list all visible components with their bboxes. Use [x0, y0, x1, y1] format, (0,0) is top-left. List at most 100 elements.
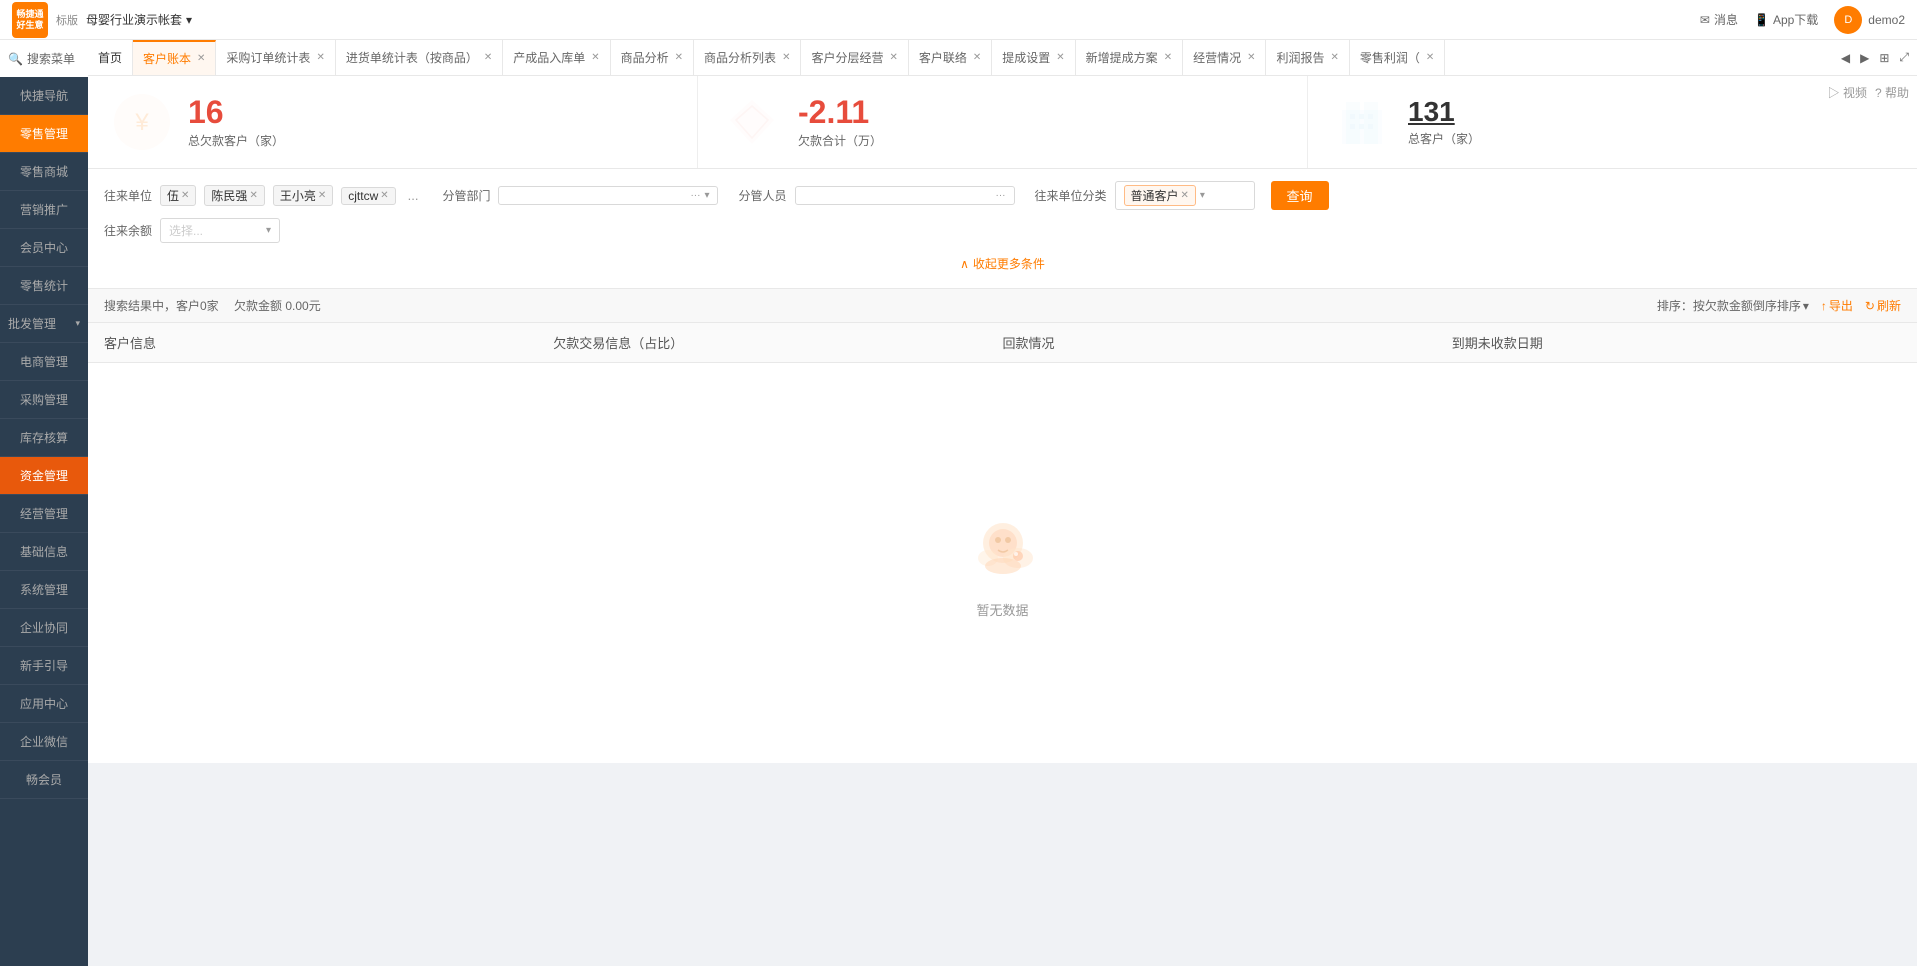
tab-retail-profit[interactable]: 零售利润（ ✕ [1350, 40, 1445, 76]
retail-profit-tab-label: 零售利润（ [1360, 49, 1420, 66]
tag-cjttcw-close[interactable]: ✕ [380, 190, 388, 201]
export-button[interactable]: ↑ 导出 [1821, 297, 1853, 314]
category-select[interactable]: 普通客户 ✕ ▾ [1115, 181, 1255, 210]
sidebar: 🔍 搜索菜单 快捷导航 零售管理 零售商城 营销推广 会员中心 零售统计 批发管… [0, 40, 88, 966]
new-promotion-tab-label: 新增提成方案 [1086, 49, 1158, 66]
dept-select[interactable]: ··· ▾ [498, 186, 718, 205]
sidebar-search[interactable]: 🔍 搜索菜单 [0, 40, 88, 77]
tab-goods-analysis[interactable]: 商品分析 ✕ [611, 40, 694, 76]
tab-close-profit[interactable]: ✕ [1331, 52, 1339, 63]
tag-wang-close[interactable]: ✕ [318, 190, 326, 201]
tab-close-purchase-goods[interactable]: ✕ [484, 52, 492, 63]
user-menu[interactable]: D demo2 [1834, 6, 1905, 34]
stat-text-total-customers: 131 总客户（家） [1408, 98, 1480, 147]
account-dropdown[interactable]: 母婴行业演示帐套 ▾ [86, 11, 192, 28]
tab-close-goods-analysis-list[interactable]: ✕ [782, 52, 790, 63]
collapse-arrow-icon: ∧ [960, 257, 969, 271]
export-icon: ↑ [1821, 299, 1827, 313]
sidebar-item-new-guide[interactable]: 新手引导 [0, 647, 88, 685]
tab-scroll-left[interactable]: ◀ [1837, 49, 1854, 67]
tab-close-cost-inbound[interactable]: ✕ [591, 52, 599, 63]
tag-wu-close[interactable]: ✕ [181, 190, 189, 201]
sidebar-item-basic-info[interactable]: 基础信息 [0, 533, 88, 571]
tab-profit[interactable]: 利润报告 ✕ [1266, 40, 1349, 76]
person-more-icon: ··· [996, 190, 1006, 201]
message-btn[interactable]: ✉ 消息 [1700, 11, 1738, 28]
sidebar-item-operations[interactable]: 经营管理 [0, 495, 88, 533]
collapse-row: ∧ 收起更多条件 [104, 251, 1901, 276]
more-tags-btn[interactable]: ... [404, 186, 423, 205]
sidebar-item-finance[interactable]: 资金管理 [0, 457, 88, 495]
filter-tag-chen[interactable]: 陈民强 ✕ [204, 185, 264, 206]
tab-expand[interactable]: ⊞ [1875, 49, 1893, 67]
help-btn[interactable]: ? 帮助 [1875, 84, 1909, 101]
tab-home[interactable]: 首页 [88, 40, 133, 76]
tab-customer-contact[interactable]: 客户联络 ✕ [909, 40, 992, 76]
sidebar-item-corp-collab[interactable]: 企业协同 [0, 609, 88, 647]
filter-row-1: 往来单位 伍 ✕ 陈民强 ✕ 王小亮 ✕ cjttcw [104, 181, 1901, 210]
sidebar-item-ecommerce[interactable]: 电商管理 [0, 343, 88, 381]
sidebar-item-enterprise-wechat[interactable]: 企业微信 [0, 723, 88, 761]
refresh-button[interactable]: ↻ 刷新 [1865, 297, 1901, 314]
tab-goods-analysis-list[interactable]: 商品分析列表 ✕ [694, 40, 801, 76]
tab-purchase-stats[interactable]: 采购订单统计表 ✕ [216, 40, 335, 76]
sidebar-item-retail-stats[interactable]: 零售统计 [0, 267, 88, 305]
sidebar-item-app-center[interactable]: 应用中心 [0, 685, 88, 723]
tab-customer-segment[interactable]: 客户分层经营 ✕ [801, 40, 908, 76]
content-area: 首页 客户账本 ✕ 采购订单统计表 ✕ 进货单统计表（按商品） ✕ 产成品入库单… [88, 40, 1917, 966]
results-summary: 搜索结果中，客户0家 欠款金额 0.00元 [104, 297, 321, 314]
filter-tag-cjttcw[interactable]: cjttcw ✕ [341, 187, 395, 205]
sort-button[interactable]: 排序：按欠款金额倒序排序 ▾ [1657, 297, 1809, 314]
sidebar-item-purchase[interactable]: 采购管理 [0, 381, 88, 419]
stats-bar: ¥ 16 总欠款客户（家） [88, 76, 1917, 169]
tab-close-purchase-stats[interactable]: ✕ [316, 52, 324, 63]
profit-tab-label: 利润报告 [1276, 49, 1324, 66]
app-logo: 畅捷通好生意 [12, 2, 48, 38]
filter-tag-wang[interactable]: 王小亮 ✕ [273, 185, 333, 206]
tab-close-customer-book[interactable]: ✕ [197, 53, 205, 64]
col-due-date: 到期未收款日期 [1452, 333, 1901, 352]
sidebar-item-marketing[interactable]: 营销推广 [0, 191, 88, 229]
sidebar-item-wholesale[interactable]: 批发管理 ▾ [0, 305, 88, 343]
goods-analysis-list-tab-label: 商品分析列表 [704, 49, 776, 66]
balance-select[interactable]: 选择... ▾ [160, 218, 280, 243]
dept-label: 分管部门 [442, 187, 490, 204]
search-label: 搜索菜单 [27, 50, 75, 67]
tab-close-retail-profit[interactable]: ✕ [1426, 52, 1434, 63]
filter-tag-wu[interactable]: 伍 ✕ [160, 185, 196, 206]
tab-business[interactable]: 经营情况 ✕ [1183, 40, 1266, 76]
sidebar-item-member[interactable]: 会员中心 [0, 229, 88, 267]
tab-scroll-right[interactable]: ▶ [1856, 49, 1873, 67]
tab-close-goods-analysis[interactable]: ✕ [675, 52, 683, 63]
tab-close-customer-contact[interactable]: ✕ [973, 52, 981, 63]
sidebar-item-system[interactable]: 系统管理 [0, 571, 88, 609]
sidebar-item-vip[interactable]: 畅会员 [0, 761, 88, 799]
category-tag-normal[interactable]: 普通客户 ✕ [1124, 185, 1196, 206]
top-bar: 畅捷通好生意 标版 母婴行业演示帐套 ▾ ✉ 消息 📱 App下载 D demo… [0, 0, 1917, 40]
promotion-settings-tab-label: 提成设置 [1002, 49, 1050, 66]
sidebar-item-inventory[interactable]: 库存核算 [0, 419, 88, 457]
person-select[interactable]: ··· [795, 186, 1015, 205]
tab-fullscreen[interactable]: ⤢ [1895, 48, 1913, 67]
tab-bar: 首页 客户账本 ✕ 采购订单统计表 ✕ 进货单统计表（按商品） ✕ 产成品入库单… [88, 40, 1917, 76]
tab-close-business[interactable]: ✕ [1247, 52, 1255, 63]
tab-new-promotion[interactable]: 新增提成方案 ✕ [1076, 40, 1183, 76]
query-button[interactable]: 查询 [1271, 181, 1329, 210]
data-table: 客户信息 欠款交易信息（占比） 回款情况 到期未收款日期 [88, 323, 1917, 763]
tab-customer-book[interactable]: 客户账本 ✕ [133, 40, 216, 76]
collapse-label: 收起更多条件 [973, 255, 1045, 272]
tab-close-new-promotion[interactable]: ✕ [1164, 52, 1172, 63]
sidebar-item-quick-nav[interactable]: 快捷导航 [0, 77, 88, 115]
collapse-btn[interactable]: ∧ 收起更多条件 [952, 251, 1053, 276]
sidebar-item-retail-mgmt[interactable]: 零售管理 [0, 115, 88, 153]
tab-purchase-goods[interactable]: 进货单统计表（按商品） ✕ [336, 40, 503, 76]
tag-chen-close[interactable]: ✕ [249, 190, 257, 201]
tab-cost-inbound[interactable]: 产成品入库单 ✕ [503, 40, 610, 76]
sidebar-item-retail-mall[interactable]: 零售商城 [0, 153, 88, 191]
app-download-btn[interactable]: 📱 App下载 [1754, 11, 1818, 28]
tab-promotion-settings[interactable]: 提成设置 ✕ [992, 40, 1075, 76]
category-tag-close[interactable]: ✕ [1181, 190, 1189, 201]
tab-close-customer-segment[interactable]: ✕ [889, 52, 897, 63]
tab-close-promotion-settings[interactable]: ✕ [1056, 52, 1064, 63]
video-help-btn[interactable]: ▷ 视频 [1828, 84, 1867, 101]
